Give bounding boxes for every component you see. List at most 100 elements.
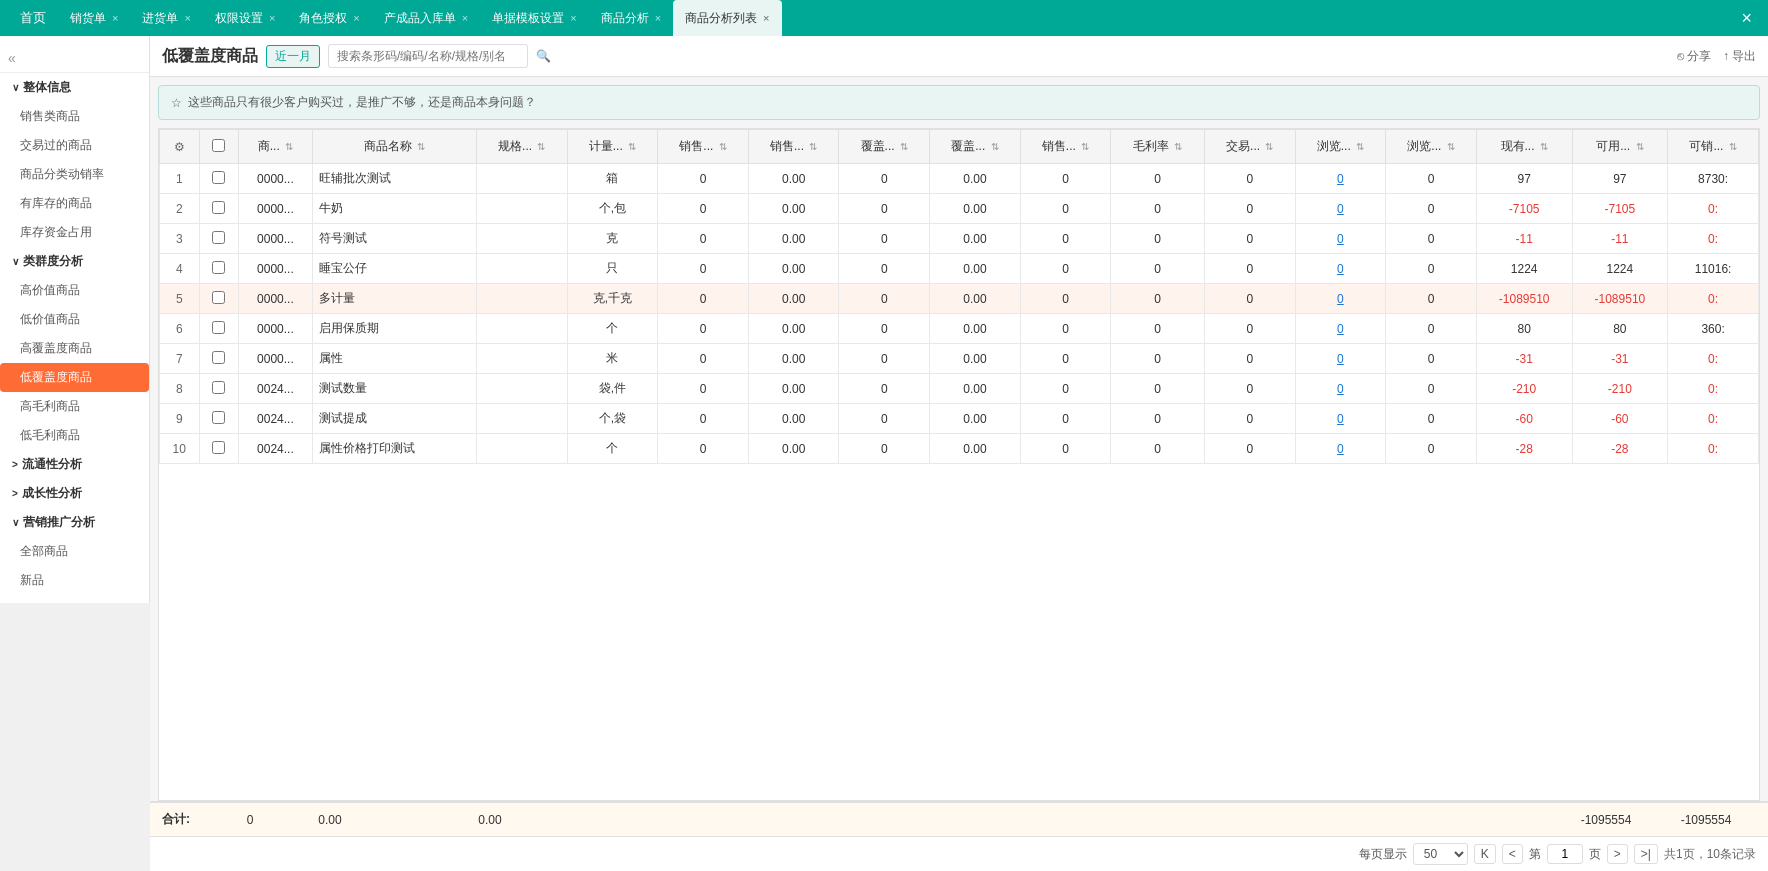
last-page-btn[interactable]: >| bbox=[1634, 844, 1658, 864]
row-checkbox[interactable] bbox=[199, 344, 238, 374]
row-browse1[interactable]: 0 bbox=[1295, 194, 1386, 224]
sidebar-section-flow[interactable]: > 流通性分析 bbox=[0, 450, 149, 479]
row-select-checkbox[interactable] bbox=[212, 321, 225, 334]
row-select-checkbox[interactable] bbox=[212, 171, 225, 184]
sidebar-section-growth[interactable]: > 成长性分析 bbox=[0, 479, 149, 508]
search-icon[interactable]: 🔍 bbox=[536, 49, 551, 63]
nav-role[interactable]: 角色授权 × bbox=[287, 0, 371, 36]
col-unit[interactable]: 计量... ⇅ bbox=[567, 130, 658, 164]
nav-purchase[interactable]: 进货单 × bbox=[130, 0, 202, 36]
row-browse1[interactable]: 0 bbox=[1295, 224, 1386, 254]
row-select-checkbox[interactable] bbox=[212, 441, 225, 454]
row-select-checkbox[interactable] bbox=[212, 291, 225, 304]
row-name[interactable]: 符号测试 bbox=[313, 224, 477, 254]
sidebar-item-low-coverage[interactable]: 低覆盖度商品 bbox=[0, 363, 149, 392]
sidebar-item-low-value[interactable]: 低价值商品 bbox=[0, 305, 149, 334]
sidebar-section-marketing[interactable]: ∨ 营销推广分析 bbox=[0, 508, 149, 537]
nav-product-analysis[interactable]: 商品分析 × bbox=[589, 0, 673, 36]
row-browse1[interactable]: 0 bbox=[1295, 314, 1386, 344]
sidebar-item-new-products[interactable]: 新品 bbox=[0, 566, 149, 595]
row-checkbox[interactable] bbox=[199, 434, 238, 464]
sidebar-item-stock-capital[interactable]: 库存资金占用 bbox=[0, 218, 149, 247]
sidebar-item-category-rate[interactable]: 商品分类动销率 bbox=[0, 160, 149, 189]
row-select-checkbox[interactable] bbox=[212, 231, 225, 244]
row-checkbox[interactable] bbox=[199, 404, 238, 434]
row-name[interactable]: 属性价格打印测试 bbox=[313, 434, 477, 464]
row-browse1[interactable]: 0 bbox=[1295, 254, 1386, 284]
row-select-checkbox[interactable] bbox=[212, 261, 225, 274]
sidebar-section-overall[interactable]: ∨ 整体信息 bbox=[0, 73, 149, 102]
col-checkbox[interactable] bbox=[199, 130, 238, 164]
close-icon[interactable]: × bbox=[462, 12, 468, 24]
row-name[interactable]: 睡宝公仔 bbox=[313, 254, 477, 284]
row-name[interactable]: 属性 bbox=[313, 344, 477, 374]
row-name[interactable]: 旺辅批次测试 bbox=[313, 164, 477, 194]
row-checkbox[interactable] bbox=[199, 164, 238, 194]
row-select-checkbox[interactable] bbox=[212, 381, 225, 394]
sidebar-item-sales-products[interactable]: 销售类商品 bbox=[0, 102, 149, 131]
nav-template[interactable]: 单据模板设置 × bbox=[480, 0, 588, 36]
col-coverage1[interactable]: 覆盖... ⇅ bbox=[839, 130, 930, 164]
close-icon[interactable]: × bbox=[570, 12, 576, 24]
col-name[interactable]: 商品名称 ⇅ bbox=[313, 130, 477, 164]
sidebar-item-with-stock[interactable]: 有库存的商品 bbox=[0, 189, 149, 218]
close-icon[interactable]: × bbox=[112, 12, 118, 24]
share-button[interactable]: ⎋ 分享 bbox=[1677, 48, 1711, 65]
row-browse1[interactable]: 0 bbox=[1295, 344, 1386, 374]
sidebar-item-high-value[interactable]: 高价值商品 bbox=[0, 276, 149, 305]
close-icon[interactable]: × bbox=[269, 12, 275, 24]
first-page-btn[interactable]: K bbox=[1474, 844, 1496, 864]
row-name[interactable]: 启用保质期 bbox=[313, 314, 477, 344]
row-name[interactable]: 牛奶 bbox=[313, 194, 477, 224]
row-browse1[interactable]: 0 bbox=[1295, 164, 1386, 194]
col-sales3[interactable]: 销售... ⇅ bbox=[1020, 130, 1111, 164]
row-name[interactable]: 测试提成 bbox=[313, 404, 477, 434]
row-browse1[interactable]: 0 bbox=[1295, 284, 1386, 314]
row-checkbox[interactable] bbox=[199, 314, 238, 344]
nav-product-entry[interactable]: 产成品入库单 × bbox=[372, 0, 480, 36]
page-size-select[interactable]: 20 50 100 200 bbox=[1413, 843, 1468, 865]
sidebar-collapse-btn[interactable]: « bbox=[8, 50, 16, 66]
col-browse2[interactable]: 浏览... ⇅ bbox=[1386, 130, 1477, 164]
row-checkbox[interactable] bbox=[199, 374, 238, 404]
prev-page-btn[interactable]: < bbox=[1502, 844, 1523, 864]
nav-close-all[interactable]: × bbox=[1733, 8, 1760, 29]
col-code[interactable]: 商... ⇅ bbox=[238, 130, 313, 164]
nav-product-analysis-list[interactable]: 商品分析列表 × bbox=[673, 0, 781, 36]
col-spec[interactable]: 规格... ⇅ bbox=[476, 130, 567, 164]
col-current-stock[interactable]: 现有... ⇅ bbox=[1476, 130, 1572, 164]
search-input[interactable] bbox=[328, 44, 528, 68]
close-icon[interactable]: × bbox=[763, 12, 769, 24]
sidebar-item-traded-products[interactable]: 交易过的商品 bbox=[0, 131, 149, 160]
close-icon[interactable]: × bbox=[655, 12, 661, 24]
row-checkbox[interactable] bbox=[199, 254, 238, 284]
sidebar-item-high-coverage[interactable]: 高覆盖度商品 bbox=[0, 334, 149, 363]
row-browse1[interactable]: 0 bbox=[1295, 434, 1386, 464]
table-wrapper[interactable]: ⚙ 商... ⇅ 商品名称 ⇅ 规格... ⇅ 计量... ⇅ 销售... ⇅ … bbox=[158, 128, 1760, 801]
row-select-checkbox[interactable] bbox=[212, 201, 225, 214]
select-all-checkbox[interactable] bbox=[212, 139, 225, 152]
col-sales-qty[interactable]: 销售... ⇅ bbox=[658, 130, 749, 164]
time-filter-button[interactable]: 近一月 bbox=[266, 45, 320, 68]
close-icon[interactable]: × bbox=[353, 12, 359, 24]
row-name[interactable]: 多计量 bbox=[313, 284, 477, 314]
col-settings[interactable]: ⚙ bbox=[160, 130, 200, 164]
nav-home[interactable]: 首页 bbox=[8, 0, 58, 36]
col-coverage2[interactable]: 覆盖... ⇅ bbox=[930, 130, 1021, 164]
row-select-checkbox[interactable] bbox=[212, 411, 225, 424]
row-name[interactable]: 测试数量 bbox=[313, 374, 477, 404]
close-icon[interactable]: × bbox=[184, 12, 190, 24]
sidebar-item-high-profit[interactable]: 高毛利商品 bbox=[0, 392, 149, 421]
col-browse1[interactable]: 浏览... ⇅ bbox=[1295, 130, 1386, 164]
row-select-checkbox[interactable] bbox=[212, 351, 225, 364]
next-page-btn[interactable]: > bbox=[1607, 844, 1628, 864]
sidebar-item-all-products[interactable]: 全部商品 bbox=[0, 537, 149, 566]
sidebar-section-cluster[interactable]: ∨ 类群度分析 bbox=[0, 247, 149, 276]
col-available[interactable]: 可用... ⇅ bbox=[1572, 130, 1668, 164]
nav-permission[interactable]: 权限设置 × bbox=[203, 0, 287, 36]
col-sales-amt[interactable]: 销售... ⇅ bbox=[748, 130, 839, 164]
row-browse1[interactable]: 0 bbox=[1295, 374, 1386, 404]
row-browse1[interactable]: 0 bbox=[1295, 404, 1386, 434]
col-transaction[interactable]: 交易... ⇅ bbox=[1204, 130, 1295, 164]
row-checkbox[interactable] bbox=[199, 194, 238, 224]
